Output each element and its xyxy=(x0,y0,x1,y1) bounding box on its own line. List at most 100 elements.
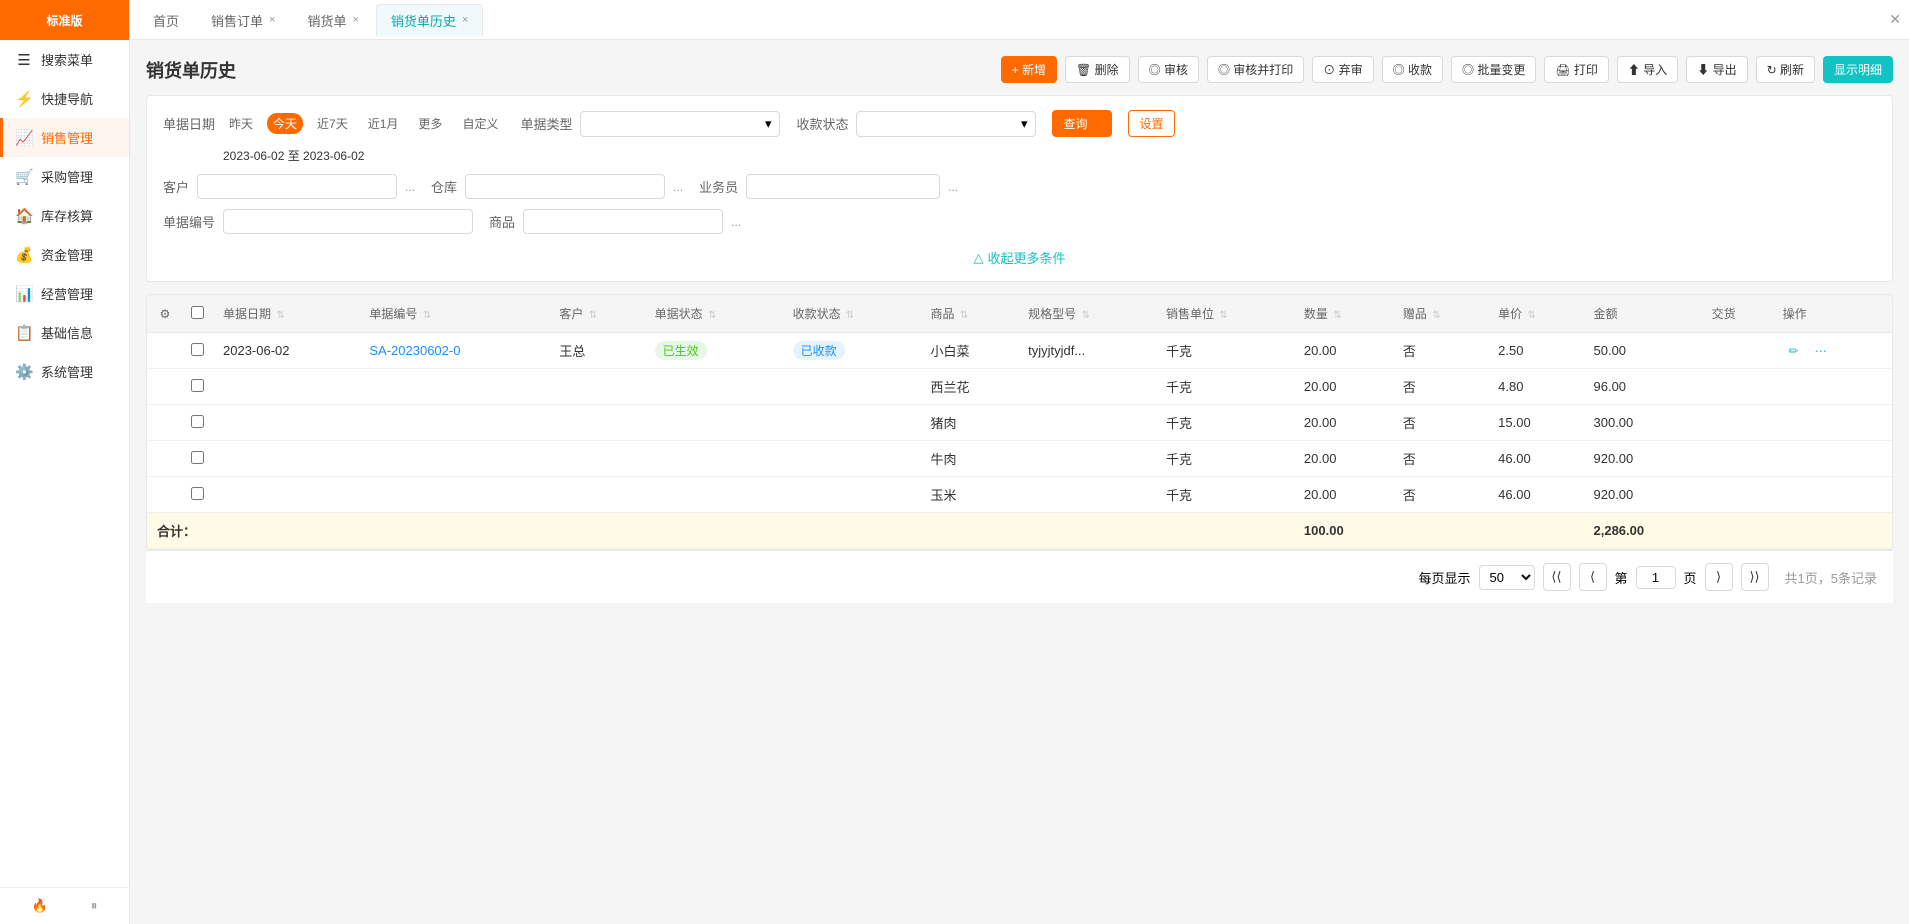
cell-unit: 千克 xyxy=(1158,441,1296,477)
customer-input[interactable] xyxy=(197,174,397,199)
col-settings[interactable]: ⚙ xyxy=(147,295,183,333)
tab-home[interactable]: 首页 xyxy=(138,4,194,36)
shortcut-7days[interactable]: 近7天 xyxy=(311,113,354,134)
docno-input[interactable] xyxy=(223,209,473,234)
sidebar-item-inventory[interactable]: 🏠 库存核算 xyxy=(0,196,129,235)
last-page-btn[interactable]: ⟩⟩ xyxy=(1741,563,1769,591)
cell-qty: 20.00 xyxy=(1296,441,1395,477)
row-checkbox[interactable] xyxy=(191,343,204,356)
tab-sales-order[interactable]: 销售订单 × xyxy=(196,4,290,36)
col-spec[interactable]: 规格型号 ⇅ xyxy=(1020,295,1158,333)
audit-button[interactable]: ◎ 审核 xyxy=(1138,56,1199,83)
col-qty[interactable]: 数量 ⇅ xyxy=(1296,295,1395,333)
sidebar-item-label: 快捷导航 xyxy=(41,89,93,108)
batch-change-button[interactable]: ◎ 批量变更 xyxy=(1451,56,1536,83)
salesperson-ellipsis[interactable]: ... xyxy=(948,180,958,194)
audit-print-button[interactable]: ◎ 审核并打印 xyxy=(1207,56,1304,83)
shortcut-more[interactable]: 更多 xyxy=(412,113,448,134)
goods-input[interactable] xyxy=(523,209,723,234)
salesperson-input[interactable] xyxy=(746,174,940,199)
row-checkbox[interactable] xyxy=(191,415,204,428)
cell-transaction xyxy=(1704,333,1775,369)
query-button[interactable]: 查询 xyxy=(1052,110,1112,137)
cell-checkbox[interactable] xyxy=(183,441,215,477)
import-button[interactable]: ⬆ 导入 xyxy=(1617,56,1678,83)
page-title: 销货单历史 xyxy=(146,57,236,83)
row-checkbox[interactable] xyxy=(191,451,204,464)
tab-sales-delivery[interactable]: 销货单 × xyxy=(292,4,373,36)
shortcut-1month[interactable]: 近1月 xyxy=(362,113,405,134)
warehouse-ellipsis[interactable]: ... xyxy=(673,180,683,194)
page-number-input[interactable] xyxy=(1636,566,1676,589)
sidebar-item-basic-info[interactable]: 📋 基础信息 xyxy=(0,313,129,352)
cell-qty: 20.00 xyxy=(1296,369,1395,405)
cell-unit: 千克 xyxy=(1158,369,1296,405)
cell-checkbox[interactable] xyxy=(183,333,215,369)
summary-label: 合计： xyxy=(147,513,361,549)
col-collect-status[interactable]: 收款状态 ⇅ xyxy=(785,295,923,333)
col-doc-date[interactable]: 单据日期 ⇅ xyxy=(215,295,361,333)
print-button[interactable]: 🖨 打印 xyxy=(1544,56,1609,83)
pause-icon[interactable]: ⏸ xyxy=(91,898,98,914)
cell-transaction xyxy=(1704,369,1775,405)
cell-checkbox[interactable] xyxy=(183,405,215,441)
per-page-select[interactable]: 50 100 200 xyxy=(1479,565,1535,590)
customer-ellipsis[interactable]: ... xyxy=(405,180,415,194)
filter-more-btn[interactable]: △ 收起更多条件 xyxy=(163,244,1876,267)
refresh-button[interactable]: ↻ 刷新 xyxy=(1756,56,1815,83)
shortcut-yesterday[interactable]: 昨天 xyxy=(223,113,259,134)
row-checkbox[interactable] xyxy=(191,487,204,500)
fire-icon[interactable]: 🔥 xyxy=(32,898,48,914)
show-detail-button[interactable]: 显示明细 xyxy=(1823,56,1893,83)
new-button[interactable]: + 新增 xyxy=(1001,56,1057,83)
sidebar-bottom: 🔥 ⏸ xyxy=(0,887,129,924)
doctype-select[interactable]: ▾ xyxy=(580,111,780,137)
col-gift[interactable]: 赠品 ⇅ xyxy=(1395,295,1490,333)
shortcut-today[interactable]: 今天 xyxy=(267,113,303,134)
next-page-btn[interactable]: ⟩ xyxy=(1705,563,1733,591)
sidebar-item-ops-mgmt[interactable]: 📊 经营管理 xyxy=(0,274,129,313)
tab-sales-history-close[interactable]: × xyxy=(462,14,468,26)
first-page-btn[interactable]: ⟨⟨ xyxy=(1543,563,1571,591)
col-doc-no[interactable]: 单据编号 ⇅ xyxy=(361,295,551,333)
prev-page-btn[interactable]: ⟨ xyxy=(1579,563,1607,591)
sidebar-item-quick-nav[interactable]: ⚡ 快捷导航 xyxy=(0,79,129,118)
col-customer[interactable]: 客户 ⇅ xyxy=(551,295,646,333)
docno-label: 单据编号 xyxy=(163,212,215,231)
row-checkbox[interactable] xyxy=(191,379,204,392)
cell-checkbox[interactable] xyxy=(183,477,215,513)
abandon-button[interactable]: ⊙ 弃审 xyxy=(1312,56,1373,83)
export-button[interactable]: ⬇ 导出 xyxy=(1686,56,1747,83)
collect-button[interactable]: ◎ 收款 xyxy=(1382,56,1443,83)
cell-collect-status xyxy=(785,441,923,477)
sidebar-item-search-menu[interactable]: ☰ 搜索菜单 xyxy=(0,40,129,79)
col-doc-status[interactable]: 单据状态 ⇅ xyxy=(647,295,785,333)
col-unit-price[interactable]: 单价 ⇅ xyxy=(1490,295,1585,333)
sidebar-item-sales-mgmt[interactable]: 📈 销售管理 xyxy=(0,118,129,157)
sidebar-item-purchase-mgmt[interactable]: 🛒 采购管理 xyxy=(0,157,129,196)
shortcut-custom[interactable]: 自定义 xyxy=(456,113,504,134)
settings-button[interactable]: 设置 xyxy=(1128,110,1174,137)
col-transaction: 交货 xyxy=(1704,295,1775,333)
filter-doctype: 单据类型 ▾ xyxy=(520,111,780,137)
col-unit[interactable]: 销售单位 ⇅ xyxy=(1158,295,1296,333)
sidebar-item-sys-mgmt[interactable]: ⚙️ 系统管理 xyxy=(0,352,129,391)
close-window-btn[interactable]: ✕ xyxy=(1889,11,1901,28)
goods-ellipsis[interactable]: ... xyxy=(731,215,741,229)
more-btn[interactable]: ⋯ xyxy=(1809,342,1833,360)
col-checkbox[interactable] xyxy=(183,295,215,333)
tab-sales-history[interactable]: 销货单历史 × xyxy=(376,4,483,36)
collect-status-select[interactable]: ▾ xyxy=(856,111,1036,137)
table-row: 猪肉 千克 20.00 否 15.00 300.00 xyxy=(147,405,1892,441)
sidebar-item-label: 搜索菜单 xyxy=(41,50,93,69)
cell-unit: 千克 xyxy=(1158,477,1296,513)
cell-checkbox[interactable] xyxy=(183,369,215,405)
tab-sales-order-close[interactable]: × xyxy=(269,14,275,26)
select-all-checkbox[interactable] xyxy=(191,306,204,319)
edit-btn[interactable]: ✏ xyxy=(1783,342,1805,360)
delete-button[interactable]: 🗑 删除 xyxy=(1065,56,1130,83)
tab-sales-delivery-close[interactable]: × xyxy=(352,14,358,26)
warehouse-input[interactable] xyxy=(465,174,665,199)
col-goods[interactable]: 商品 ⇅ xyxy=(922,295,1020,333)
sidebar-item-finance-mgmt[interactable]: 💰 资金管理 xyxy=(0,235,129,274)
